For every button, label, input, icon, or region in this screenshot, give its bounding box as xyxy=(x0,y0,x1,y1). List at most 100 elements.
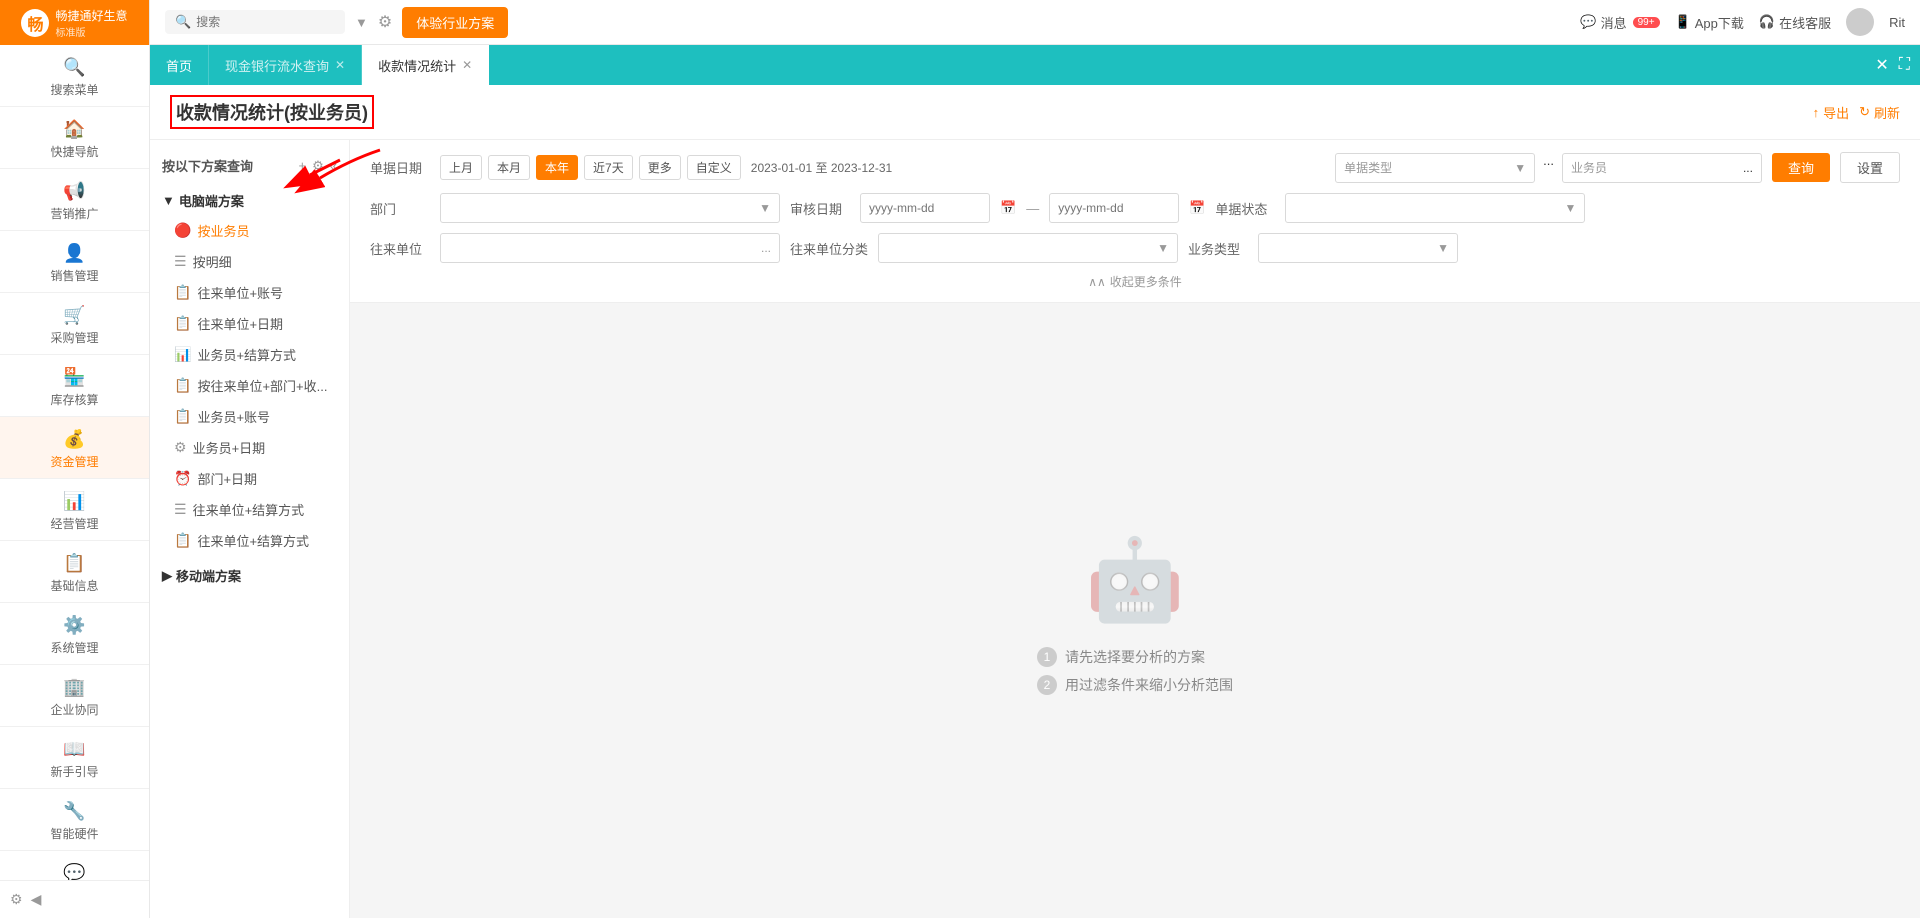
sidebar-hardware-label: 智能硬件 xyxy=(50,825,98,842)
document-type-more-btn[interactable]: ... xyxy=(1543,153,1554,183)
sidebar-nav: 🔍 搜索菜单🏠 快捷导航📢 营销推广👤 销售管理🛒 采购管理🏪 库存核算💰 资金… xyxy=(0,45,149,880)
user-name[interactable]: Rit xyxy=(1889,15,1905,30)
tab-bank-flow[interactable]: 现金银行流水查询 ✕ xyxy=(209,45,362,85)
scheme-by-unit-date-icon: 📋 xyxy=(174,315,191,332)
search-box[interactable]: 🔍 xyxy=(165,10,345,34)
calendar-start-icon[interactable]: 📅 xyxy=(1000,200,1016,216)
scheme-item-by-salesperson-date[interactable]: ⚙ 业务员+日期 xyxy=(150,432,349,463)
business-type-select[interactable]: ▼ xyxy=(1258,233,1458,263)
sidebar-item-marketing[interactable]: 📢 营销推广 xyxy=(0,169,149,231)
scheme-item-by-detail[interactable]: ☰ 按明细 xyxy=(150,246,349,277)
scheme-item-by-unit-settlement1[interactable]: ☰ 往来单位+结算方式 xyxy=(150,494,349,525)
tab-close-all-btn[interactable]: ✕ xyxy=(1875,55,1888,75)
sidebar-item-quick-nav[interactable]: 🏠 快捷导航 xyxy=(0,107,149,169)
export-btn[interactable]: ↑ 导出 xyxy=(1813,103,1850,122)
filter-settings-button[interactable]: 设置 xyxy=(1840,152,1900,183)
scheme-item-by-unit-account[interactable]: 📋 往来单位+账号 xyxy=(150,277,349,308)
app-download-btn[interactable]: 📱 App下载 xyxy=(1675,13,1744,32)
date-btn-this-year[interactable]: 本年 xyxy=(536,155,578,180)
date-btn-last-month[interactable]: 上月 xyxy=(440,155,482,180)
scheme-by-unit-settlement2-label: 往来单位+结算方式 xyxy=(197,531,309,550)
tab-fullscreen-btn[interactable]: ⛶ xyxy=(1899,56,1910,74)
sidebar-hardware-icon: 🔧 xyxy=(63,801,85,822)
message-btn[interactable]: 💬 消息 99+ xyxy=(1580,13,1659,32)
online-service-btn[interactable]: 🎧 在线客服 xyxy=(1759,13,1831,32)
sidebar: 畅 畅捷通好生意 标准版 🔍 搜索菜单🏠 快捷导航📢 营销推广👤 销售管理🛒 采… xyxy=(0,0,150,918)
search-input[interactable] xyxy=(196,15,316,29)
collapse-btn[interactable]: ∧∧ 收起更多条件 xyxy=(370,273,1900,290)
scheme-item-by-salesperson-settlement[interactable]: 📊 业务员+结算方式 xyxy=(150,339,349,370)
sidebar-settings-btn[interactable]: ⚙ xyxy=(10,891,23,908)
scheme-by-detail-icon: ☰ xyxy=(174,253,187,270)
document-type-select[interactable]: 单据类型 ▼ xyxy=(1335,153,1535,183)
query-button[interactable]: 查询 xyxy=(1772,153,1830,182)
sidebar-item-system[interactable]: ⚙️ 系统管理 xyxy=(0,603,149,665)
document-status-select[interactable]: ▼ xyxy=(1285,193,1585,223)
review-date-end-input[interactable] xyxy=(1049,193,1179,223)
main-content: 单据日期 上月 本月 本年 近7天 更多 自定义 2023-01-01 至 20… xyxy=(350,140,1920,918)
tab-home[interactable]: 首页 xyxy=(150,45,209,85)
mobile-scheme-group-header[interactable]: ▶ 移动端方案 xyxy=(150,561,349,590)
salesperson-label: 业务员 xyxy=(1571,159,1607,176)
partner-type-select[interactable]: ▼ xyxy=(878,233,1178,263)
sidebar-item-finance[interactable]: 💰 资金管理 xyxy=(0,417,149,479)
scheme-item-by-dept-date[interactable]: ⏰ 部门+日期 xyxy=(150,463,349,494)
sidebar-operations-label: 经营管理 xyxy=(50,515,98,532)
topbar-dropdown-arrow[interactable]: ▼ xyxy=(355,15,368,30)
refresh-btn[interactable]: ↻ 刷新 xyxy=(1859,103,1900,122)
tab-bank-flow-close[interactable]: ✕ xyxy=(335,58,345,72)
topbar-settings-icon[interactable]: ⚙ xyxy=(378,12,392,32)
scheme-by-unit-date-label: 往来单位+日期 xyxy=(197,314,283,333)
scheme-item-by-unit-settlement2[interactable]: 📋 往来单位+结算方式 xyxy=(150,525,349,556)
page-title: 收款情况统计(按业务员) xyxy=(170,95,374,129)
partner-more-btn[interactable]: ... xyxy=(761,241,771,255)
sidebar-finance-icon: 💰 xyxy=(63,429,85,450)
scheme-by-unit-account-icon: 📋 xyxy=(174,284,191,301)
date-btn-this-month[interactable]: 本月 xyxy=(488,155,530,180)
search-icon: 🔍 xyxy=(175,14,191,30)
sidebar-system-icon: ⚙️ xyxy=(63,615,85,636)
review-date-start-input[interactable] xyxy=(860,193,990,223)
sidebar-item-sales[interactable]: 👤 销售管理 xyxy=(0,231,149,293)
sidebar-item-basics[interactable]: 📋 基础信息 xyxy=(0,541,149,603)
scheme-by-unit-settlement1-icon: ☰ xyxy=(174,501,187,518)
sidebar-item-search[interactable]: 🔍 搜索菜单 xyxy=(0,45,149,107)
sidebar-guide-icon: 📖 xyxy=(63,739,85,760)
scheme-item-by-unit-date[interactable]: 📋 往来单位+日期 xyxy=(150,308,349,339)
scheme-item-by-salesperson[interactable]: 🔴 按业务员 xyxy=(150,215,349,246)
document-status-label: 单据状态 xyxy=(1215,199,1275,218)
left-panel-add-btn[interactable]: + xyxy=(299,158,307,174)
sidebar-item-enterprise[interactable]: 🏢 企业协同 xyxy=(0,665,149,727)
sidebar-item-inventory[interactable]: 🏪 库存核算 xyxy=(0,355,149,417)
tab-bank-flow-label: 现金银行流水查询 xyxy=(225,56,329,75)
dept-select[interactable]: ▼ xyxy=(440,193,780,223)
sidebar-item-hardware[interactable]: 🔧 智能硬件 xyxy=(0,789,149,851)
user-avatar[interactable] xyxy=(1846,8,1874,36)
sidebar-item-purchase[interactable]: 🛒 采购管理 xyxy=(0,293,149,355)
main-area: 🔍 ▼ ⚙ 体验行业方案 💬 消息 99+ 📱 App下载 🎧 在线客服 xyxy=(150,0,1920,918)
scheme-item-by-salesperson-account[interactable]: 📋 业务员+账号 xyxy=(150,401,349,432)
sidebar-item-operations[interactable]: 📊 经营管理 xyxy=(0,479,149,541)
salesperson-more-btn[interactable]: ... xyxy=(1743,161,1753,175)
scheme-item-by-unit-dept-collection[interactable]: 📋 按往来单位+部门+收... xyxy=(150,370,349,401)
partner-select[interactable]: ... xyxy=(440,233,780,263)
sidebar-collapse-btn[interactable]: ◀ xyxy=(31,891,42,908)
filter-row-2: 部门 ▼ 审核日期 📅 — 📅 单据状态 xyxy=(370,193,1900,223)
sidebar-item-guide[interactable]: 📖 新手引导 xyxy=(0,727,149,789)
left-panel: 按以下方案查询 + ⚙ « ▼ 电脑端方案 🔴 按业 xyxy=(150,140,350,918)
tab-collection-close[interactable]: ✕ xyxy=(462,58,472,72)
left-panel-settings-btn[interactable]: ⚙ xyxy=(312,158,324,174)
trial-btn[interactable]: 体验行业方案 xyxy=(402,7,508,38)
date-btn-more[interactable]: 更多 xyxy=(639,155,681,180)
left-panel-collapse-btn[interactable]: « xyxy=(330,158,337,174)
calendar-end-icon[interactable]: 📅 xyxy=(1189,200,1205,216)
tip-num-1: 1 xyxy=(1037,647,1057,667)
desktop-scheme-group-header[interactable]: ▼ 电脑端方案 xyxy=(150,186,349,215)
mobile-scheme-collapse-icon: ▶ xyxy=(162,568,172,584)
salesperson-select[interactable]: 业务员 ... xyxy=(1562,153,1762,183)
sidebar-item-wechat[interactable]: 💬 企业微信 xyxy=(0,851,149,880)
page-content: 收款情况统计(按业务员) ↑ 导出 ↻ 刷新 按以下方案查询 xyxy=(150,85,1920,918)
date-btn-custom[interactable]: 自定义 xyxy=(687,155,741,180)
date-btn-7days[interactable]: 近7天 xyxy=(584,155,633,180)
tab-collection[interactable]: 收款情况统计 ✕ xyxy=(362,45,489,85)
